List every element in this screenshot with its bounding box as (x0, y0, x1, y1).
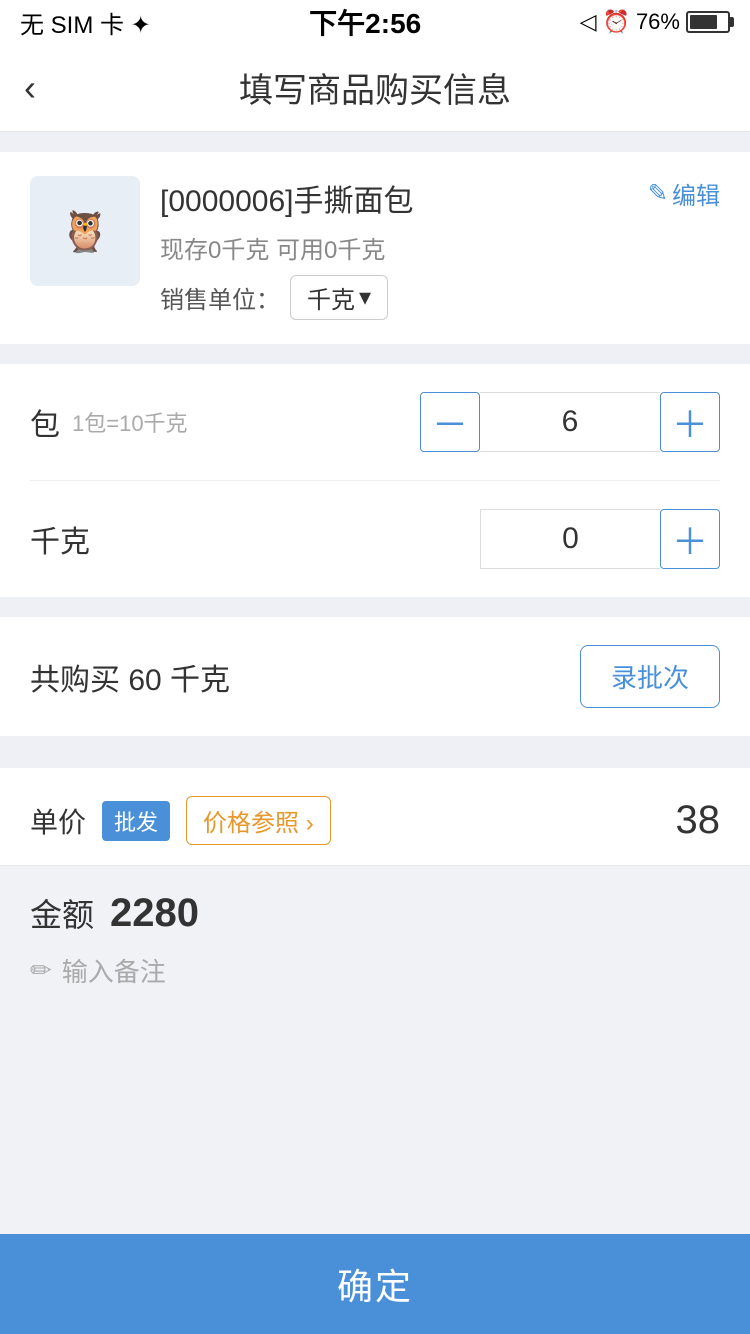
product-stock: 现存0千克 可用0千克 (160, 230, 720, 265)
price-tag: 批发 (102, 801, 170, 841)
bag-row: 包 1包=10千克 － ＋ (30, 364, 720, 481)
note-row[interactable]: ✏ 输入备注 (30, 952, 720, 989)
product-info: [0000006]手撕面包 现存0千克 可用0千克 销售单位： 千克 ▾ (160, 176, 720, 320)
sim-label: 无 SIM 卡 ✦ (20, 5, 151, 40)
product-name: [0000006]手撕面包 (160, 176, 720, 220)
product-logo-icon: 🦉 (60, 208, 110, 255)
location-icon: ◁ (580, 9, 597, 35)
price-row: 单价 批发 价格参照 › 38 (30, 796, 720, 845)
dropdown-icon: ▾ (359, 283, 371, 312)
input-section: 包 1包=10千克 － ＋ 千克 ＋ (0, 364, 750, 597)
divider-product (0, 344, 750, 364)
amount-row: 金额 2280 (30, 890, 720, 936)
summary-text: 共购买 60 千克 (30, 655, 230, 699)
bag-controls: － ＋ (420, 392, 720, 452)
bag-minus-button[interactable]: － (420, 392, 480, 452)
bag-quantity-input[interactable] (480, 392, 660, 452)
edit-icon: ✎ (648, 179, 668, 208)
bag-text: 包 (30, 400, 60, 444)
bag-label: 包 1包=10千克 (30, 400, 188, 444)
amount-label: 金额 (30, 890, 94, 936)
batch-button[interactable]: 录批次 (580, 645, 720, 708)
unit-label: 销售单位： (160, 280, 280, 315)
kg-quantity-input[interactable] (480, 509, 660, 569)
kg-text: 千克 (30, 517, 90, 561)
status-right: ◁ ⏰ 76% (580, 9, 730, 35)
edit-label: 编辑 (672, 176, 720, 211)
kg-controls: ＋ (480, 509, 720, 569)
unit-value: 千克 (307, 280, 355, 315)
bag-plus-button[interactable]: ＋ (660, 392, 720, 452)
bag-hint: 1包=10千克 (72, 406, 188, 438)
product-unit-row: 销售单位： 千克 ▾ (160, 275, 720, 320)
back-button[interactable]: ‹ (24, 67, 36, 109)
note-placeholder: 输入备注 (62, 952, 166, 989)
unit-select[interactable]: 千克 ▾ (290, 275, 388, 320)
battery-icon (686, 11, 730, 33)
status-time: 下午2:56 (309, 2, 421, 42)
divider-top (0, 132, 750, 152)
kg-plus-button[interactable]: ＋ (660, 509, 720, 569)
confirm-button[interactable]: 确定 (0, 1234, 750, 1334)
divider-summary (0, 736, 750, 756)
price-section: 单价 批发 价格参照 › 38 (0, 756, 750, 865)
edit-button[interactable]: ✎ 编辑 (648, 176, 720, 211)
summary-section: 共购买 60 千克 录批次 (0, 617, 750, 736)
amount-section: 金额 2280 ✏ 输入备注 (0, 865, 750, 1013)
amount-value: 2280 (110, 891, 199, 936)
note-icon: ✏ (30, 955, 52, 986)
status-bar: 无 SIM 卡 ✦ 下午2:56 ◁ ⏰ 76% (0, 0, 750, 44)
kg-label: 千克 (30, 517, 90, 561)
price-label: 单价 (30, 801, 86, 841)
product-image: 🦉 (30, 176, 140, 286)
alarm-icon: ⏰ (603, 9, 630, 35)
price-ref-button[interactable]: 价格参照 › (186, 796, 331, 845)
price-value: 38 (676, 798, 721, 843)
page-title: 填写商品购买信息 (239, 63, 511, 112)
divider-input (0, 597, 750, 617)
kg-row: 千克 ＋ (30, 481, 720, 597)
product-card: 🦉 [0000006]手撕面包 现存0千克 可用0千克 销售单位： 千克 ▾ ✎… (0, 152, 750, 344)
battery-percent: 76% (636, 9, 680, 35)
status-left: 无 SIM 卡 ✦ (20, 5, 151, 40)
nav-bar: ‹ 填写商品购买信息 (0, 44, 750, 132)
